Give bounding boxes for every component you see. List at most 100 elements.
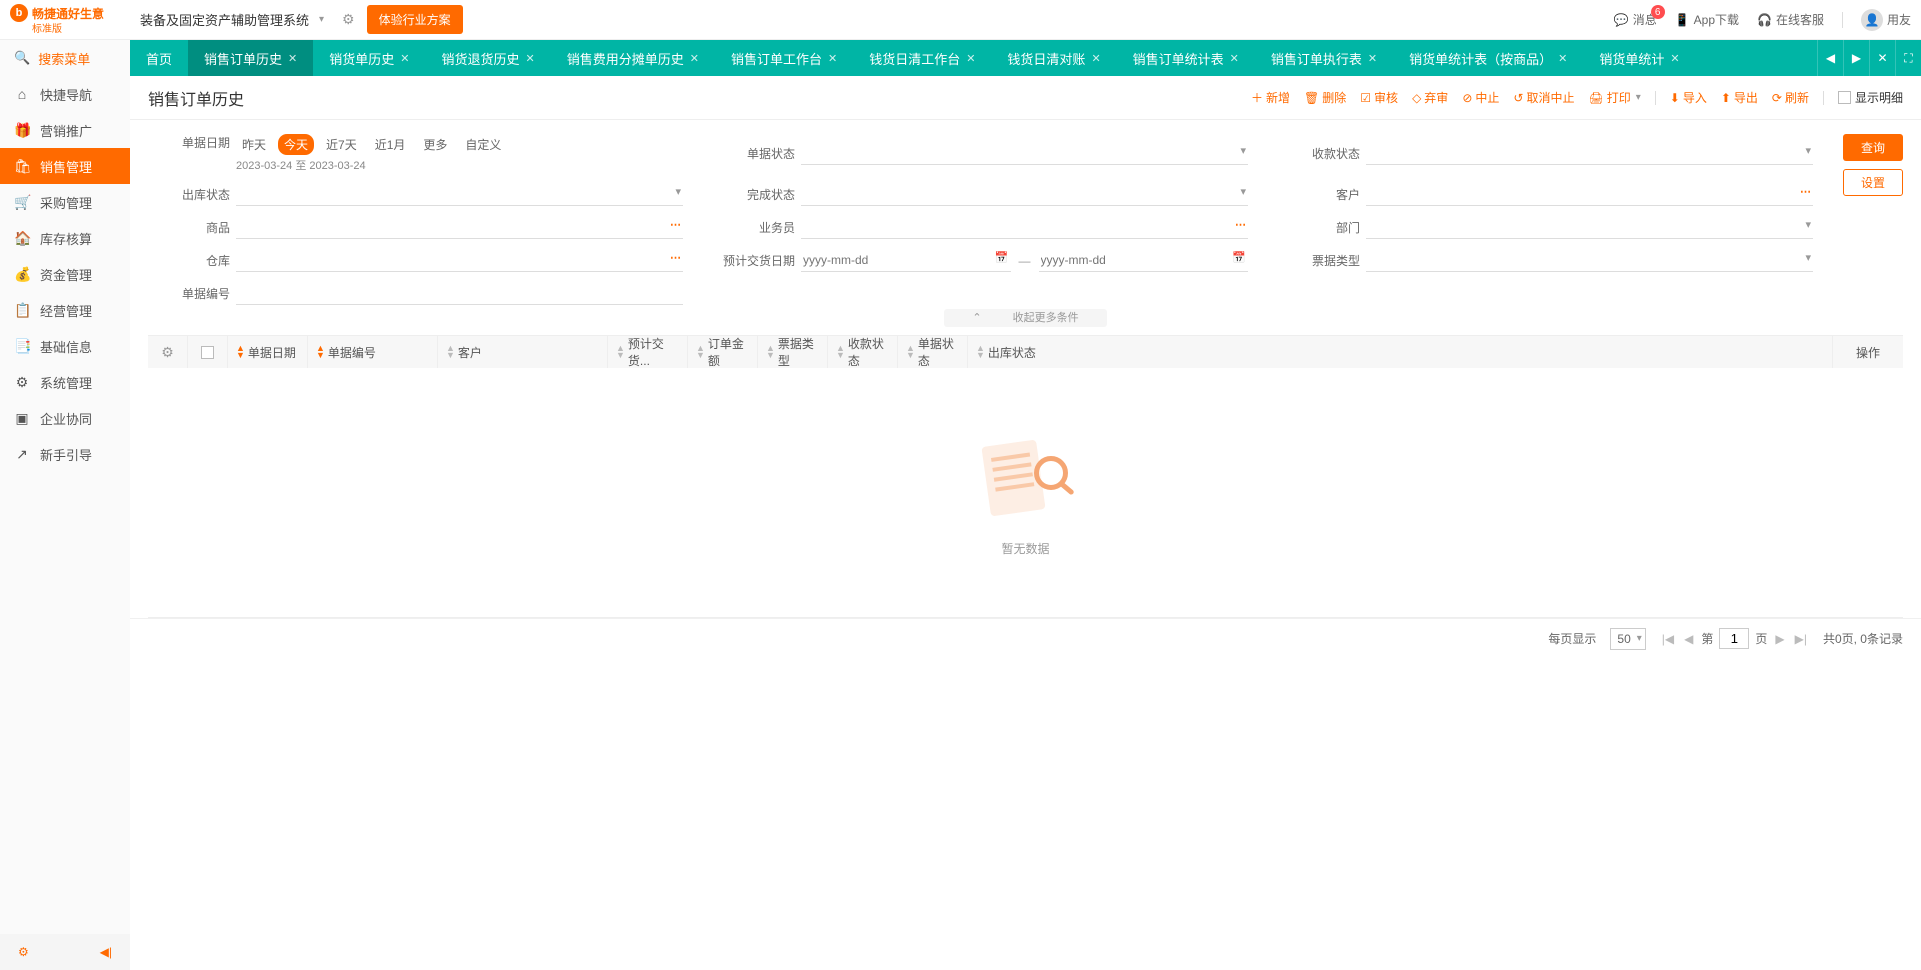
docno-input[interactable] [236, 282, 683, 305]
tab-1[interactable]: 销售订单历史✕ [188, 40, 313, 76]
deliver-date-from[interactable]: 📅 [801, 249, 1011, 272]
date-pill[interactable]: 更多 [417, 134, 453, 155]
close-tab-icon[interactable]: ✕ [690, 52, 699, 65]
close-tab-icon[interactable]: ✕ [526, 52, 535, 65]
column-header[interactable]: ▲▼出库状态 [968, 336, 1833, 368]
finish-select[interactable]: ▾ [801, 183, 1248, 206]
close-tab-icon[interactable]: ✕ [1368, 52, 1377, 65]
tabs-scroll-left-icon[interactable]: ◀ [1817, 40, 1843, 76]
date-pill[interactable]: 昨天 [236, 134, 272, 155]
show-detail-checkbox[interactable]: 显示明细 [1838, 89, 1903, 106]
sidebar-item-7[interactable]: 📑基础信息 [0, 328, 130, 364]
fullscreen-icon[interactable]: ⛶ [1895, 40, 1921, 76]
online-service-button[interactable]: 🎧 在线客服 [1757, 11, 1824, 28]
tab-10[interactable]: 销货单统计表（按商品）✕ [1393, 40, 1583, 76]
tab-5[interactable]: 销售订单工作台✕ [715, 40, 853, 76]
close-tab-icon[interactable]: ✕ [1091, 52, 1100, 65]
prev-page-button[interactable]: ◀ [1682, 630, 1695, 648]
sidebar-search[interactable]: 🔍 搜索菜单 [0, 40, 130, 76]
tab-3[interactable]: 销货退货历史✕ [425, 40, 550, 76]
collapse-sidebar-icon[interactable]: ◀| [100, 945, 112, 959]
column-header[interactable]: ▲▼票据类型 [758, 336, 828, 368]
stop-button[interactable]: ⊘中止 [1462, 89, 1499, 106]
first-page-button[interactable]: |◀ [1660, 630, 1676, 648]
import-button[interactable]: ⬇导入 [1670, 89, 1707, 106]
sidebar-item-label: 销售管理 [40, 157, 92, 176]
column-header[interactable]: ▲▼收款状态 [828, 336, 898, 368]
next-page-button[interactable]: ▶ [1773, 630, 1786, 648]
user-menu[interactable]: 👤 用友 [1861, 9, 1911, 31]
date-pill[interactable]: 今天 [278, 134, 314, 155]
last-page-button[interactable]: ▶| [1793, 630, 1809, 648]
customer-picker[interactable]: ⋯ [1366, 183, 1813, 206]
close-tab-icon[interactable]: ✕ [828, 52, 837, 65]
sidebar-item-2[interactable]: 🛍销售管理 [0, 148, 130, 184]
close-tab-icon[interactable]: ✕ [966, 52, 975, 65]
sidebar-item-5[interactable]: 💰资金管理 [0, 256, 130, 292]
salesman-picker[interactable]: ⋯ [801, 216, 1248, 239]
column-header[interactable]: ▲▼客户 [438, 336, 608, 368]
column-header[interactable]: ▲▼单据日期 [228, 336, 308, 368]
close-tab-icon[interactable]: ✕ [400, 52, 409, 65]
refresh-button[interactable]: ⟳刷新 [1772, 89, 1809, 106]
print-button[interactable]: 🖨打印▾ [1588, 89, 1640, 106]
deliver-date-to[interactable]: 📅 [1039, 249, 1249, 272]
close-tab-icon[interactable]: ✕ [1558, 52, 1567, 65]
messages-button[interactable]: 💬 消息 6 [1614, 11, 1657, 28]
tab-6[interactable]: 钱货日清工作台✕ [853, 40, 991, 76]
collapse-filter-button[interactable]: ⌃ 收起更多条件 [148, 305, 1903, 329]
select-all-checkbox[interactable] [188, 336, 228, 368]
close-tab-icon[interactable]: ✕ [288, 52, 297, 65]
product-picker[interactable]: ⋯ [236, 216, 683, 239]
cancel-stop-button[interactable]: ↺取消中止 [1513, 89, 1574, 106]
sidebar-item-0[interactable]: ⌂快捷导航 [0, 76, 130, 112]
page-input[interactable] [1719, 628, 1749, 649]
audit-button[interactable]: ☑审核 [1360, 89, 1398, 106]
sidebar-item-1[interactable]: 🎁营销推广 [0, 112, 130, 148]
abandon-button[interactable]: ◇弃审 [1412, 89, 1448, 106]
doc-status-select[interactable]: ▾ [801, 142, 1248, 165]
sidebar-item-10[interactable]: ↗新手引导 [0, 436, 130, 472]
column-header[interactable]: ▲▼单据状态 [898, 336, 968, 368]
dept-select[interactable]: ▾ [1366, 216, 1813, 239]
try-solution-button[interactable]: 体验行业方案 [367, 5, 463, 34]
export-button[interactable]: ⬆导出 [1721, 89, 1758, 106]
date-pill[interactable]: 近7天 [320, 134, 363, 155]
date-pill[interactable]: 近1月 [369, 134, 412, 155]
add-button[interactable]: ＋新增 [1251, 89, 1290, 106]
app-download-button[interactable]: 📱 App下载 [1675, 11, 1739, 28]
query-button[interactable]: 查询 [1843, 134, 1903, 161]
sidebar-item-8[interactable]: ⚙系统管理 [0, 364, 130, 400]
delete-button[interactable]: 🗑删除 [1304, 89, 1346, 106]
receipt-status-select[interactable]: ▾ [1366, 142, 1813, 165]
close-tab-icon[interactable]: ✕ [1230, 52, 1239, 65]
column-header[interactable]: ▲▼单据编号 [308, 336, 438, 368]
tabs-scroll-right-icon[interactable]: ▶ [1843, 40, 1869, 76]
tab-2[interactable]: 销货单历史✕ [313, 40, 425, 76]
column-header[interactable]: ▲▼预计交货... [608, 336, 688, 368]
tab-9[interactable]: 销售订单执行表✕ [1255, 40, 1393, 76]
column-header[interactable]: ▲▼订单金额 [688, 336, 758, 368]
sidebar-item-9[interactable]: ▣企业协同 [0, 400, 130, 436]
close-all-tabs-icon[interactable]: ✕ [1869, 40, 1895, 76]
tab-4[interactable]: 销售费用分摊单历史✕ [551, 40, 715, 76]
tab-0[interactable]: 首页 [130, 40, 188, 76]
tab-8[interactable]: 销售订单统计表✕ [1117, 40, 1255, 76]
tab-11[interactable]: 销货单统计✕ [1583, 40, 1695, 76]
close-tab-icon[interactable]: ✕ [1670, 52, 1679, 65]
invoice-type-select[interactable]: ▾ [1366, 249, 1813, 272]
column-settings-button[interactable]: ⚙ [148, 336, 188, 368]
per-page-select[interactable]: 50 ▾ [1610, 628, 1645, 650]
sidebar-item-3[interactable]: 🛒采购管理 [0, 184, 130, 220]
settings-gear-icon[interactable]: ⚙ [18, 945, 29, 959]
system-selector[interactable]: 装备及固定资产辅助管理系统 ▾ [140, 10, 324, 29]
system-settings-icon[interactable]: ⚙ [342, 11, 355, 28]
sidebar-item-6[interactable]: 📋经营管理 [0, 292, 130, 328]
warehouse-picker[interactable]: ⋯ [236, 249, 683, 272]
filter-settings-button[interactable]: 设置 [1843, 169, 1903, 196]
outstock-select[interactable]: ▾ [236, 183, 683, 206]
date-pill[interactable]: 自定义 [459, 134, 507, 155]
sidebar-item-4[interactable]: 🏠库存核算 [0, 220, 130, 256]
tab-7[interactable]: 钱货日清对账✕ [991, 40, 1116, 76]
column-header[interactable]: 操作 [1833, 336, 1903, 368]
